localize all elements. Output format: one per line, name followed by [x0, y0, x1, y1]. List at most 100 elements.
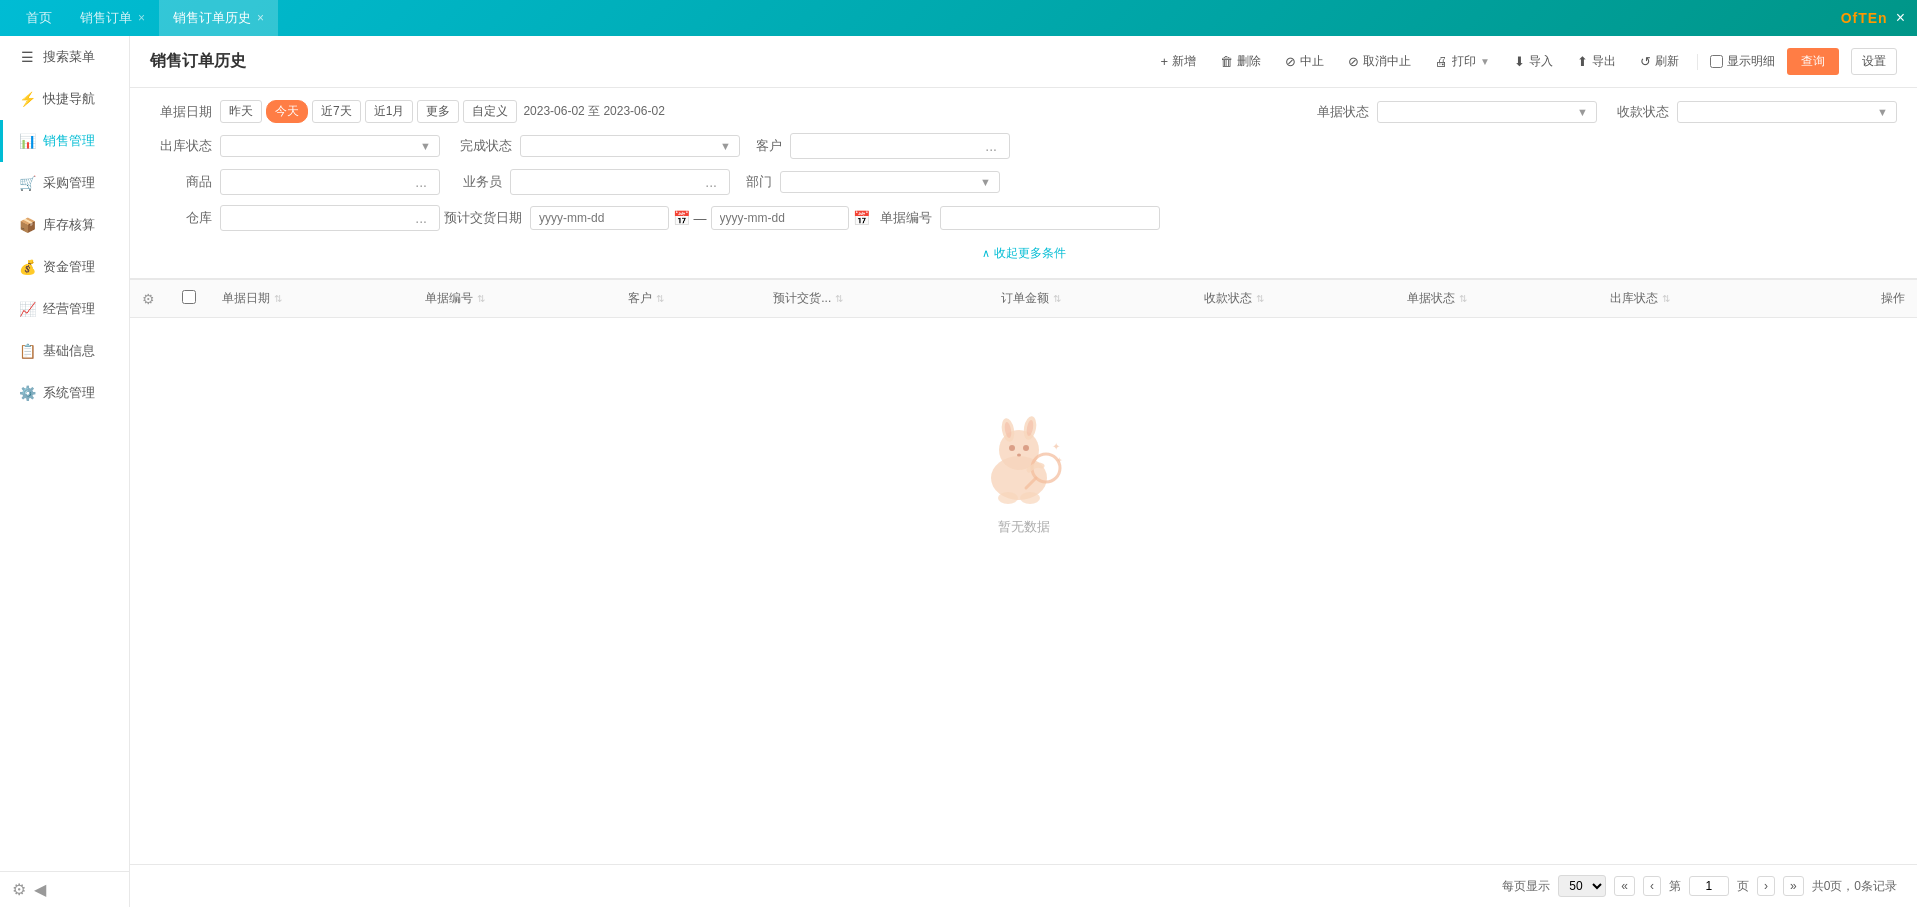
- page-size-label: 每页显示: [1502, 878, 1550, 895]
- th-date: 单据日期 ⇅: [210, 280, 413, 318]
- display-toggle-checkbox[interactable]: [1710, 55, 1723, 68]
- operations-icon: 📈: [19, 301, 35, 317]
- sidebar-item-basic-info[interactable]: 📋 基础信息: [0, 330, 129, 372]
- date-btn-1month[interactable]: 近1月: [365, 100, 414, 123]
- export-icon: ⬆: [1577, 54, 1588, 69]
- sidebar-item-purchase[interactable]: 🛒 采购管理: [0, 162, 129, 204]
- table-settings-icon[interactable]: ⚙: [142, 291, 155, 307]
- dept-select[interactable]: ▼: [780, 171, 1000, 193]
- th-order-status: 单据状态 ⇅: [1395, 280, 1598, 318]
- select-all-checkbox[interactable]: [182, 290, 196, 304]
- delete-button[interactable]: 🗑 删除: [1214, 49, 1267, 74]
- product-filter[interactable]: ...: [220, 169, 440, 195]
- page-number-input[interactable]: [1689, 876, 1729, 896]
- out-status-select[interactable]: ▼: [220, 135, 440, 157]
- svg-point-6: [1009, 445, 1015, 451]
- print-icon: 🖨: [1435, 54, 1448, 69]
- collapse-button[interactable]: ∧ 收起更多条件: [982, 241, 1066, 266]
- tab-close-sales-order-history[interactable]: ×: [257, 11, 264, 25]
- order-no-input[interactable]: [940, 206, 1160, 230]
- tab-home[interactable]: 首页: [12, 0, 66, 36]
- empty-row: ✦ ✦ 暂无数据: [130, 318, 1917, 617]
- finance-icon: 💰: [19, 259, 35, 275]
- sort-pay-status-icon[interactable]: ⇅: [1256, 293, 1264, 304]
- system-icon: ⚙️: [19, 385, 35, 401]
- sort-date-icon[interactable]: ⇅: [274, 293, 282, 304]
- date-btn-today[interactable]: 今天: [266, 100, 308, 123]
- stop-button[interactable]: ⊘ 中止: [1279, 49, 1330, 74]
- sidebar-item-inventory[interactable]: 📦 库存核算: [0, 204, 129, 246]
- sidebar-settings-btn[interactable]: ⚙: [12, 880, 26, 899]
- warehouse-filter[interactable]: ...: [220, 205, 440, 231]
- empty-text: 暂无数据: [998, 518, 1050, 536]
- date-btn-more[interactable]: 更多: [417, 100, 459, 123]
- sort-no-icon[interactable]: ⇅: [477, 293, 485, 304]
- date-btn-7days[interactable]: 近7天: [312, 100, 361, 123]
- settings-button[interactable]: 设置: [1851, 48, 1897, 75]
- th-customer: 客户 ⇅: [616, 280, 761, 318]
- pay-status-select[interactable]: ▼: [1677, 101, 1897, 123]
- customer-filter[interactable]: ...: [790, 133, 1010, 159]
- filter-row-1: 单据日期 昨天 今天 近7天 近1月 更多 自定义 2023-06-02 至 2…: [150, 100, 1897, 123]
- display-toggle-label[interactable]: 显示明细: [1710, 53, 1775, 70]
- prev-page-button[interactable]: ‹: [1643, 876, 1661, 896]
- first-page-button[interactable]: «: [1614, 876, 1635, 896]
- date-label: 单据日期: [150, 103, 220, 121]
- customer-ellipsis[interactable]: ...: [981, 138, 1001, 154]
- product-label: 商品: [150, 173, 220, 191]
- th-operation: 操作: [1801, 280, 1917, 318]
- sidebar-collapse-btn[interactable]: ◀: [34, 880, 46, 899]
- export-button[interactable]: ⬆ 导出: [1571, 49, 1622, 74]
- sort-amount-icon[interactable]: ⇅: [1053, 293, 1061, 304]
- filter-row-3: 商品 ... 业务员 ... 部门 ▼: [150, 169, 1897, 195]
- delivery-date-group: 📅 — 📅: [530, 206, 870, 230]
- window-close-button[interactable]: ×: [1896, 9, 1905, 27]
- tab-close-sales-order[interactable]: ×: [138, 11, 145, 25]
- sales-person-filter[interactable]: ...: [510, 169, 730, 195]
- tab-sales-order-history[interactable]: 销售订单历史 ×: [159, 0, 278, 36]
- refresh-button[interactable]: ↺ 刷新: [1634, 49, 1685, 74]
- warehouse-label: 仓库: [150, 209, 220, 227]
- sidebar-item-quick-nav[interactable]: ⚡ 快捷导航: [0, 78, 129, 120]
- order-status-select[interactable]: ▼: [1377, 101, 1597, 123]
- print-button[interactable]: 🖨 打印 ▼: [1429, 49, 1496, 74]
- top-bar: 首页 销售订单 × 销售订单历史 × OfTEn ×: [0, 0, 1917, 36]
- complete-status-select[interactable]: ▼: [520, 135, 740, 157]
- tab-sales-order[interactable]: 销售订单 ×: [66, 0, 159, 36]
- customer-label: 客户: [740, 137, 790, 155]
- th-pay-status: 收款状态 ⇅: [1192, 280, 1395, 318]
- sidebar-item-operations[interactable]: 📈 经营管理: [0, 288, 129, 330]
- calendar-to-icon[interactable]: 📅: [853, 210, 870, 226]
- sort-delivery-icon[interactable]: ⇅: [835, 293, 843, 304]
- delivery-date-to-input[interactable]: [711, 206, 850, 230]
- delivery-date-from-input[interactable]: [530, 206, 669, 230]
- sidebar-item-system[interactable]: ⚙️ 系统管理: [0, 372, 129, 414]
- warehouse-ellipsis[interactable]: ...: [411, 210, 431, 226]
- import-button[interactable]: ⬇ 导入: [1508, 49, 1559, 74]
- th-settings: ⚙: [130, 280, 170, 318]
- sidebar-item-sales[interactable]: 📊 销售管理: [0, 120, 129, 162]
- add-button[interactable]: + 新增: [1155, 49, 1203, 74]
- sort-order-status-icon[interactable]: ⇅: [1459, 293, 1467, 304]
- page-label: 第: [1669, 878, 1681, 895]
- calendar-from-icon[interactable]: 📅: [673, 210, 690, 226]
- out-status-label: 出库状态: [150, 137, 220, 155]
- sidebar-item-finance[interactable]: 💰 资金管理: [0, 246, 129, 288]
- sales-person-ellipsis[interactable]: ...: [701, 174, 721, 190]
- th-amount: 订单金额 ⇅: [989, 280, 1192, 318]
- product-ellipsis[interactable]: ...: [411, 174, 431, 190]
- cancel-stop-button[interactable]: ⊘ 取消中止: [1342, 49, 1417, 74]
- date-btn-yesterday[interactable]: 昨天: [220, 100, 262, 123]
- next-page-button[interactable]: ›: [1757, 876, 1775, 896]
- sort-customer-icon[interactable]: ⇅: [656, 293, 664, 304]
- purchase-icon: 🛒: [19, 175, 35, 191]
- page-size-select[interactable]: 50: [1558, 875, 1606, 897]
- sort-out-status-icon[interactable]: ⇅: [1662, 293, 1670, 304]
- last-page-button[interactable]: »: [1783, 876, 1804, 896]
- date-btn-custom[interactable]: 自定义: [463, 100, 517, 123]
- order-status-arrow: ▼: [1577, 106, 1588, 118]
- dept-label: 部门: [730, 173, 780, 191]
- sidebar-item-search-menu[interactable]: ☰ 搜索菜单: [0, 36, 129, 78]
- query-button[interactable]: 查询: [1787, 48, 1839, 75]
- svg-text:✦: ✦: [1052, 441, 1060, 452]
